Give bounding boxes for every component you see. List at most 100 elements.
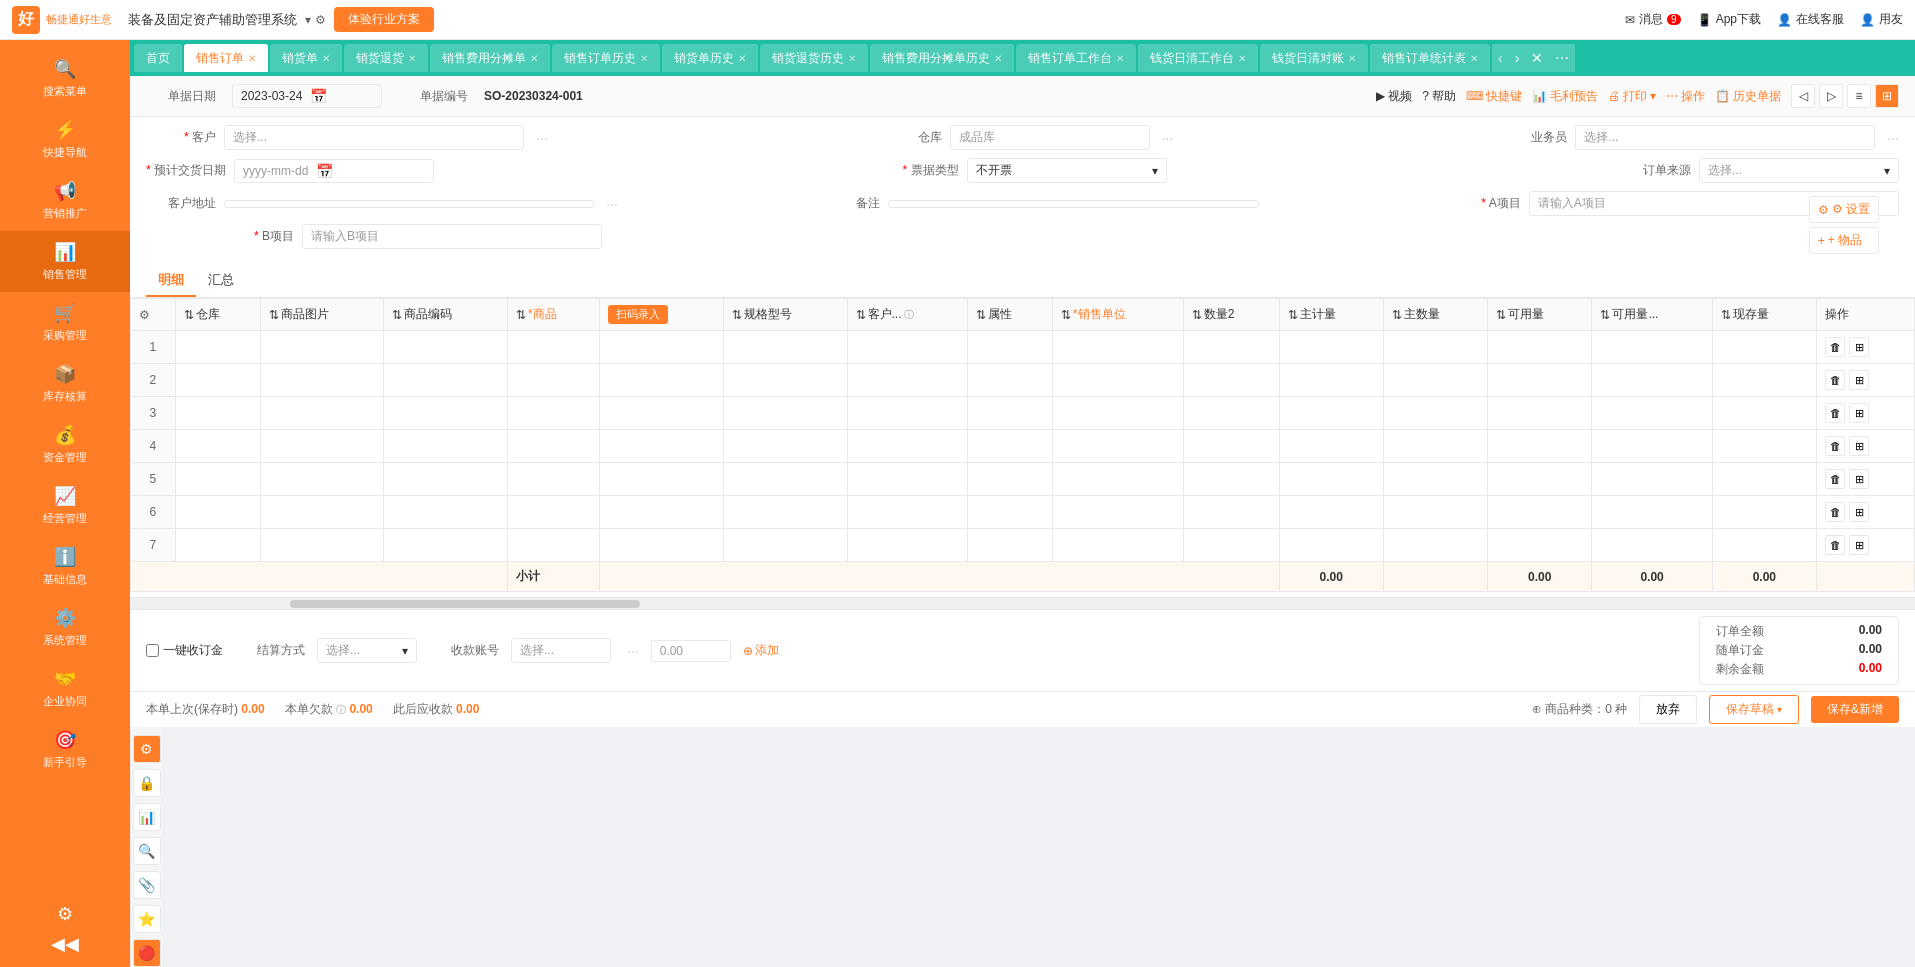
row-2-unit[interactable] [1052, 364, 1183, 397]
tab-sales-order-history-close[interactable]: ✕ [640, 53, 648, 64]
shortcut-btn[interactable]: ⌨ 快捷键 [1466, 88, 1522, 105]
row-2-available2[interactable] [1592, 364, 1712, 397]
tab-order-workbench-close[interactable]: ✕ [1116, 53, 1124, 64]
row-1-product[interactable] [507, 331, 600, 364]
row-4-main-qty[interactable] [1383, 430, 1487, 463]
row-3-main-qty[interactable] [1383, 397, 1487, 430]
tab-sales-invoice[interactable]: 销货单 ✕ [270, 44, 342, 72]
row-6-code[interactable] [384, 496, 508, 529]
trial-button[interactable]: 体验行业方案 [334, 7, 434, 32]
tab-prev-btn[interactable]: ‹ [1492, 44, 1509, 72]
row-7-warehouse[interactable] [175, 529, 260, 562]
table-row[interactable]: 7 🗑 ⊞ [131, 529, 1915, 562]
th-image[interactable]: ⇅商品图片 [260, 299, 384, 331]
row-2-customer[interactable] [847, 364, 967, 397]
tab-home[interactable]: 首页 [134, 44, 182, 72]
row-4-qty2[interactable] [1183, 430, 1279, 463]
row-4-ops[interactable]: 🗑 ⊞ [1817, 430, 1915, 463]
sidebar-item-collab[interactable]: 🤝 企业协同 [0, 658, 130, 719]
table-row[interactable]: 2 🗑 ⊞ [131, 364, 1915, 397]
app-download-item[interactable]: 📱 App下载 [1697, 11, 1761, 28]
row-6-customer[interactable] [847, 496, 967, 529]
row-1-spec[interactable] [723, 331, 847, 364]
sidebar-item-inventory[interactable]: 📦 库存核算 [0, 353, 130, 414]
row-5-customer[interactable] [847, 463, 967, 496]
row-4-warehouse[interactable] [175, 430, 260, 463]
tab-return-history[interactable]: 销货退货历史 ✕ [760, 44, 868, 72]
tab-cash-workbench[interactable]: 钱货日清工作台 ✕ [1138, 44, 1258, 72]
tab-sales-return[interactable]: 销货退货 ✕ [344, 44, 428, 72]
table-row[interactable]: 3 🗑 ⊞ [131, 397, 1915, 430]
pay-method-select[interactable]: 选择... ▾ [317, 638, 417, 663]
row-5-main-unit[interactable] [1279, 463, 1383, 496]
row-4-attr[interactable] [967, 430, 1052, 463]
right-panel-star-icon[interactable]: ⭐ [133, 905, 161, 933]
row-7-scan[interactable] [600, 529, 724, 562]
row-5-attr[interactable] [967, 463, 1052, 496]
address-input[interactable] [224, 200, 594, 208]
row-2-qty2[interactable] [1183, 364, 1279, 397]
row-7-attr[interactable] [967, 529, 1052, 562]
row-6-attr[interactable] [967, 496, 1052, 529]
system-dropdown-icon[interactable]: ▾ [305, 13, 311, 27]
sidebar-item-guide[interactable]: 🎯 新手引导 [0, 719, 130, 780]
order-source-select[interactable]: 选择... ▾ [1699, 158, 1899, 183]
row-2-delete-btn[interactable]: 🗑 [1825, 370, 1845, 390]
ops-btn[interactable]: ⋯ 操作 [1666, 88, 1705, 105]
row-5-copy-btn[interactable]: ⊞ [1849, 469, 1869, 489]
customer-dots[interactable]: ··· [536, 130, 548, 146]
row-1-image[interactable] [260, 331, 384, 364]
th-unit[interactable]: ⇅*销售单位 [1052, 299, 1183, 331]
tab-expense-history[interactable]: 销售费用分摊单历史 ✕ [870, 44, 1014, 72]
tab-order-workbench[interactable]: 销售订单工作台 ✕ [1016, 44, 1136, 72]
row-5-current[interactable] [1712, 463, 1816, 496]
row-6-ops[interactable]: 🗑 ⊞ [1817, 496, 1915, 529]
row-3-warehouse[interactable] [175, 397, 260, 430]
row-4-delete-btn[interactable]: 🗑 [1825, 436, 1845, 456]
row-6-available[interactable] [1488, 496, 1592, 529]
video-btn[interactable]: ▶ 视频 [1376, 88, 1412, 105]
tab-detail[interactable]: 明细 [146, 265, 196, 297]
tab-close-all-btn[interactable]: ✕ [1525, 44, 1549, 72]
row-6-current[interactable] [1712, 496, 1816, 529]
row-2-scan[interactable] [600, 364, 724, 397]
tab-invoice-history[interactable]: 销货单历史 ✕ [662, 44, 758, 72]
th-gear[interactable]: ⚙ [131, 299, 176, 331]
warehouse-input[interactable]: 成品库 [950, 125, 1150, 150]
header-icon-btn-2[interactable]: ▷ [1819, 84, 1843, 108]
row-6-main-unit[interactable] [1279, 496, 1383, 529]
sidebar-item-operations[interactable]: 📈 经营管理 [0, 475, 130, 536]
right-panel-alert-icon[interactable]: 🔴 [133, 939, 161, 967]
row-7-ops[interactable]: 🗑 ⊞ [1817, 529, 1915, 562]
row-6-product[interactable] [507, 496, 600, 529]
row-4-main-unit[interactable] [1279, 430, 1383, 463]
th-product[interactable]: ⇅*商品 [507, 299, 600, 331]
th-current[interactable]: ⇅现存量 [1712, 299, 1816, 331]
row-2-attr[interactable] [967, 364, 1052, 397]
row-6-delete-btn[interactable]: 🗑 [1825, 502, 1845, 522]
tab-expense-history-close[interactable]: ✕ [994, 53, 1002, 64]
right-panel-settings-icon[interactable]: ⚙ [133, 735, 161, 763]
row-4-spec[interactable] [723, 430, 847, 463]
staff-input[interactable]: 选择... [1575, 125, 1875, 150]
row-4-product[interactable] [507, 430, 600, 463]
tab-invoice-history-close[interactable]: ✕ [738, 53, 746, 64]
row-1-attr[interactable] [967, 331, 1052, 364]
row-6-image[interactable] [260, 496, 384, 529]
profit-btn[interactable]: 📊 毛利预告 [1532, 88, 1598, 105]
row-5-image[interactable] [260, 463, 384, 496]
row-3-customer[interactable] [847, 397, 967, 430]
add-payment-btn[interactable]: ⊕ 添加 [743, 642, 779, 659]
header-icon-btn-1[interactable]: ◁ [1791, 84, 1815, 108]
row-3-available2[interactable] [1592, 397, 1712, 430]
row-7-qty2[interactable] [1183, 529, 1279, 562]
row-5-ops[interactable]: 🗑 ⊞ [1817, 463, 1915, 496]
calendar-icon[interactable]: 📅 [310, 88, 327, 104]
th-warehouse[interactable]: ⇅仓库 [175, 299, 260, 331]
row-1-unit[interactable] [1052, 331, 1183, 364]
right-panel-lock-icon[interactable]: 🔒 [133, 769, 161, 797]
row-1-ops[interactable]: 🗑 ⊞ [1817, 331, 1915, 364]
row-3-unit[interactable] [1052, 397, 1183, 430]
online-service-item[interactable]: 👤 在线客服 [1777, 11, 1844, 28]
row-3-ops[interactable]: 🗑 ⊞ [1817, 397, 1915, 430]
